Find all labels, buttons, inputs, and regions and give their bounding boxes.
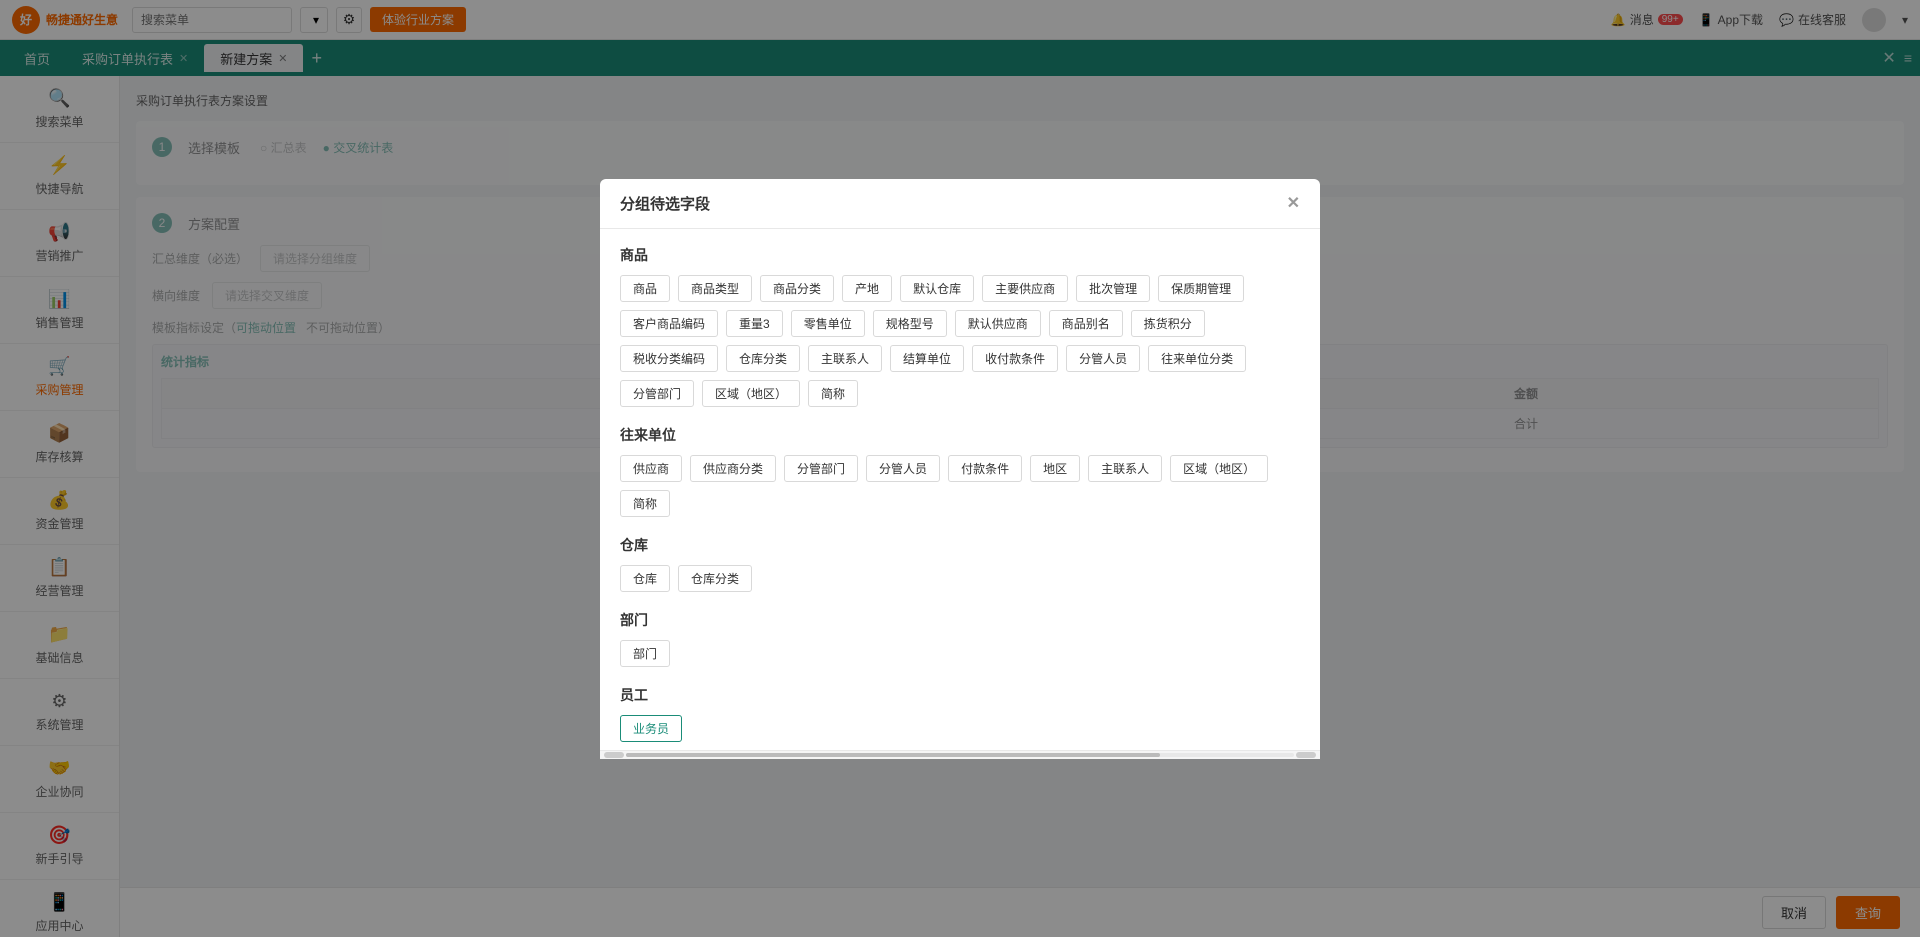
hscroll-thumb — [626, 753, 1160, 757]
field-tag-origin[interactable]: 产地 — [842, 275, 892, 302]
field-tag-payment-terms[interactable]: 收付款条件 — [972, 345, 1058, 372]
hscroll-track — [626, 753, 1294, 757]
employee-title: 员工 — [620, 685, 1300, 705]
modal-close-btn[interactable]: ✕ — [1287, 193, 1300, 213]
field-tag-supplier-cat[interactable]: 供应商分类 — [690, 455, 776, 482]
field-tag-tax-code[interactable]: 税收分类编码 — [620, 345, 718, 372]
field-tag-spec-type[interactable]: 规格型号 — [873, 310, 947, 337]
field-tag-region2[interactable]: 地区 — [1030, 455, 1080, 482]
hscroll-left-btn[interactable] — [604, 752, 624, 758]
modal-overlay: 分组待选字段 ✕ 商品 商品 商品类型 商品分类 产地 默认仓库 主要供应商 批… — [0, 0, 1920, 937]
modal-body[interactable]: 商品 商品 商品类型 商品分类 产地 默认仓库 主要供应商 批次管理 保质期管理… — [600, 229, 1320, 751]
field-tag-supplier[interactable]: 供应商 — [620, 455, 682, 482]
dept-section: 部门 部门 — [620, 610, 1300, 667]
field-tag-expiry[interactable]: 保质期管理 — [1158, 275, 1244, 302]
hscroll-right-btn[interactable] — [1296, 752, 1316, 758]
field-tag-customer-code[interactable]: 客户商品编码 — [620, 310, 718, 337]
field-tag-abbr[interactable]: 简称 — [808, 380, 858, 407]
warehouse-section: 仓库 仓库 仓库分类 — [620, 535, 1300, 592]
field-tag-warehouse[interactable]: 仓库 — [620, 565, 670, 592]
field-tag-pick-points[interactable]: 拣货积分 — [1131, 310, 1205, 337]
field-tag-default-warehouse[interactable]: 默认仓库 — [900, 275, 974, 302]
warehouse-fields: 仓库 仓库分类 — [620, 565, 1300, 592]
field-tag-region[interactable]: 区域（地区） — [702, 380, 800, 407]
field-tag-settle-unit[interactable]: 结算单位 — [890, 345, 964, 372]
field-tag-goods-category[interactable]: 商品分类 — [760, 275, 834, 302]
modal-hscrollbar[interactable] — [600, 750, 1320, 758]
field-select-modal: 分组待选字段 ✕ 商品 商品 商品类型 商品分类 产地 默认仓库 主要供应商 批… — [600, 179, 1320, 759]
goods-section: 商品 商品 商品类型 商品分类 产地 默认仓库 主要供应商 批次管理 保质期管理… — [620, 245, 1300, 407]
field-tag-supervisor[interactable]: 分管人员 — [1066, 345, 1140, 372]
field-tag-sales-person[interactable]: 业务员 — [620, 715, 682, 742]
partner-title: 往来单位 — [620, 425, 1300, 445]
partner-section: 往来单位 供应商 供应商分类 分管部门 分管人员 付款条件 地区 主联系人 区域… — [620, 425, 1300, 517]
field-tag-dept2[interactable]: 分管部门 — [784, 455, 858, 482]
field-tag-retail-unit[interactable]: 零售单位 — [791, 310, 865, 337]
field-tag-warehouse-cat[interactable]: 仓库分类 — [678, 565, 752, 592]
field-tag-payment-cond[interactable]: 付款条件 — [948, 455, 1022, 482]
modal-title: 分组待选字段 — [620, 193, 710, 214]
goods-fields: 商品 商品类型 商品分类 产地 默认仓库 主要供应商 批次管理 保质期管理 客户… — [620, 275, 1300, 407]
employee-section: 员工 业务员 — [620, 685, 1300, 742]
field-tag-department[interactable]: 部门 — [620, 640, 670, 667]
field-tag-main-supplier[interactable]: 主要供应商 — [982, 275, 1068, 302]
warehouse-title: 仓库 — [620, 535, 1300, 555]
partner-fields: 供应商 供应商分类 分管部门 分管人员 付款条件 地区 主联系人 区域（地区） … — [620, 455, 1300, 517]
field-tag-partner-category[interactable]: 往来单位分类 — [1148, 345, 1246, 372]
goods-title: 商品 — [620, 245, 1300, 265]
field-tag-goods-alias[interactable]: 商品别名 — [1049, 310, 1123, 337]
field-tag-main-contact2[interactable]: 主联系人 — [1088, 455, 1162, 482]
field-tag-goods[interactable]: 商品 — [620, 275, 670, 302]
field-tag-dept[interactable]: 分管部门 — [620, 380, 694, 407]
modal-header: 分组待选字段 ✕ — [600, 179, 1320, 229]
field-tag-weight3[interactable]: 重量3 — [726, 310, 783, 337]
field-tag-warehouse-category[interactable]: 仓库分类 — [726, 345, 800, 372]
field-tag-goods-type[interactable]: 商品类型 — [678, 275, 752, 302]
field-tag-supervisor2[interactable]: 分管人员 — [866, 455, 940, 482]
dept-fields: 部门 — [620, 640, 1300, 667]
field-tag-region3[interactable]: 区域（地区） — [1170, 455, 1268, 482]
field-tag-batch[interactable]: 批次管理 — [1076, 275, 1150, 302]
dept-title: 部门 — [620, 610, 1300, 630]
employee-fields: 业务员 — [620, 715, 1300, 742]
field-tag-default-supplier[interactable]: 默认供应商 — [955, 310, 1041, 337]
field-tag-main-contact[interactable]: 主联系人 — [808, 345, 882, 372]
field-tag-abbr2[interactable]: 简称 — [620, 490, 670, 517]
